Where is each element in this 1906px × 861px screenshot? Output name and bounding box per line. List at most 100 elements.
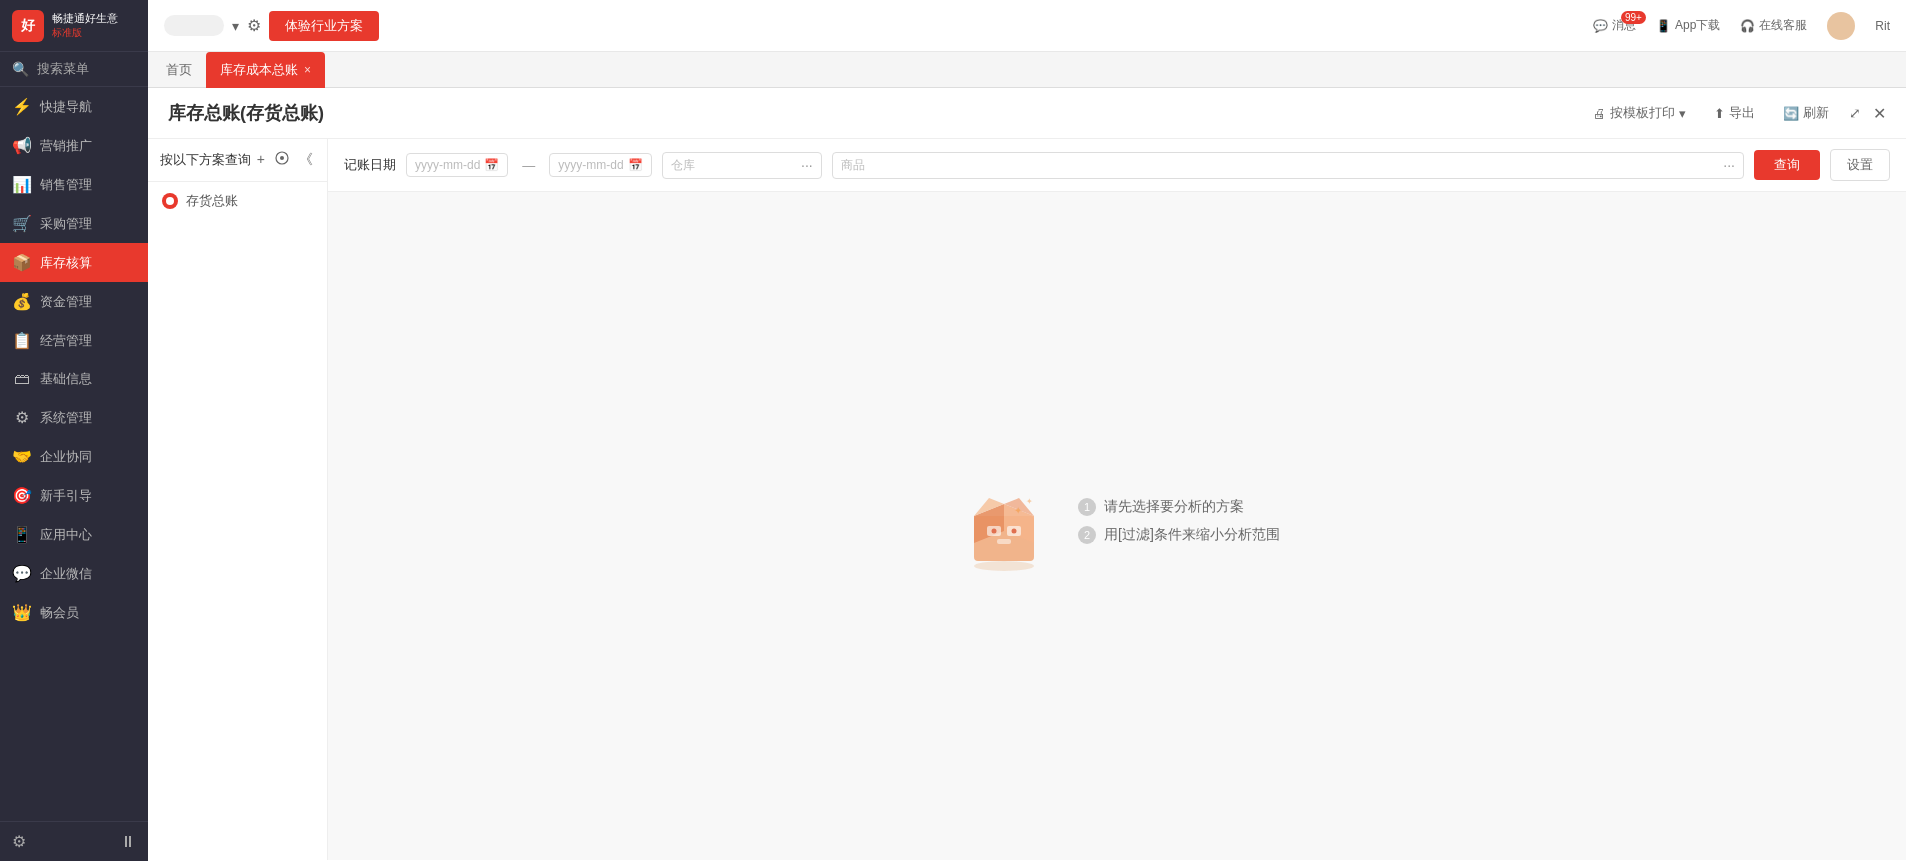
sidebar-search[interactable]: 🔍 搜索菜单 (0, 52, 148, 87)
app-download-action[interactable]: 📱 App下载 (1656, 17, 1720, 34)
message-action[interactable]: 💬 消息 99+ (1593, 17, 1636, 34)
filter-header-label: 按以下方案查询 (160, 151, 251, 169)
sidebar-item-label: 企业微信 (40, 565, 92, 583)
filter-add-btn[interactable]: + (255, 149, 267, 171)
message-icon: 💬 (1593, 19, 1608, 33)
hint-num-2: 2 (1078, 526, 1096, 544)
refresh-label: 刷新 (1803, 104, 1829, 122)
sidebar-item-business[interactable]: 📋 经营管理 (0, 321, 148, 360)
svg-text:✦: ✦ (1014, 505, 1022, 516)
date-to-placeholder: yyyy-mm-dd (558, 158, 623, 172)
print-icon: 🖨 (1593, 106, 1606, 121)
page-header-actions: 🖨 按模板打印 ▾ ⬆ 导出 🔄 刷新 ⤢ ✕ (1585, 100, 1886, 126)
username-label: Rit (1875, 19, 1890, 33)
app-download-label: App下载 (1675, 17, 1720, 34)
filter-manage-btn[interactable] (273, 149, 291, 171)
basic-icon: 🗃 (12, 370, 32, 388)
member-icon: 👑 (12, 603, 32, 622)
warehouse-select[interactable]: 仓库 ··· (662, 152, 822, 179)
filter-panel: 按以下方案查询 + 《 存货总账 (148, 139, 1906, 860)
sidebar-item-label: 系统管理 (40, 409, 92, 427)
refresh-icon: 🔄 (1783, 106, 1799, 121)
filter-header-actions: + 《 (255, 149, 315, 171)
product-select[interactable]: 商品 ··· (832, 152, 1744, 179)
export-btn[interactable]: ⬆ 导出 (1706, 100, 1763, 126)
header-gear-icon[interactable]: ⚙ (247, 16, 261, 35)
filter-collapse-btn[interactable]: 《 (297, 149, 315, 171)
query-btn[interactable]: 查询 (1754, 150, 1820, 180)
empty-hint-1: 1 请先选择要分析的方案 (1078, 498, 1280, 516)
online-service-action[interactable]: 🎧 在线客服 (1740, 17, 1807, 34)
tab-home[interactable]: 首页 (152, 52, 206, 88)
breadcrumb-user (164, 15, 224, 36)
filter-header: 按以下方案查询 + 《 (148, 139, 327, 182)
wechat-icon: 💬 (12, 564, 32, 583)
panel-close-btn[interactable]: ✕ (1873, 104, 1886, 123)
query-bar: 记账日期 yyyy-mm-dd 📅 — yyyy-mm-dd 📅 仓库 ··· (328, 139, 1906, 192)
settings-footer-icon[interactable]: ⚙ (12, 832, 26, 851)
warehouse-label: 仓库 (671, 157, 695, 174)
sidebar-item-quicknav[interactable]: ⚡ 快捷导航 (0, 87, 148, 126)
sidebar-item-sales[interactable]: 📊 销售管理 (0, 165, 148, 204)
tab-home-label: 首页 (166, 61, 192, 79)
svg-text:✦: ✦ (1026, 497, 1033, 506)
finance-icon: 💰 (12, 292, 32, 311)
sidebar-item-system[interactable]: ⚙ 系统管理 (0, 398, 148, 437)
logo-text-group: 畅捷通好生意 标准版 (52, 11, 118, 39)
toggle-sidebar-icon[interactable]: ⏸ (120, 833, 136, 851)
header-chevron-icon[interactable]: ▾ (232, 18, 239, 34)
avatar (1827, 12, 1855, 40)
calendar-to-icon: 📅 (628, 158, 643, 172)
business-icon: 📋 (12, 331, 32, 350)
refresh-btn[interactable]: 🔄 刷新 (1775, 100, 1837, 126)
filter-item-label: 存货总账 (186, 192, 238, 210)
sidebar-item-appcenter[interactable]: 📱 应用中心 (0, 515, 148, 554)
sidebar-item-member[interactable]: 👑 畅会员 (0, 593, 148, 632)
sidebar-item-label: 采购管理 (40, 215, 92, 233)
date-to-input[interactable]: yyyy-mm-dd 📅 (549, 153, 651, 177)
tab-close-icon[interactable]: × (304, 63, 311, 77)
empty-state: ✦ ✦ 1 请先选择要分析的方案 2 用[过滤]条件来缩小分析范围 (328, 192, 1906, 860)
sidebar-item-label: 基础信息 (40, 370, 92, 388)
system-icon: ⚙ (12, 408, 32, 427)
tab-inventory-ledger[interactable]: 库存成本总账 × (206, 52, 325, 88)
sidebar-item-marketing[interactable]: 📢 营销推广 (0, 126, 148, 165)
hint-text-1: 请先选择要分析的方案 (1104, 498, 1244, 516)
sidebar-item-label: 企业协同 (40, 448, 92, 466)
print-btn[interactable]: 🖨 按模板打印 ▾ (1585, 100, 1694, 126)
date-separator: — (522, 158, 535, 173)
logo-sub: 标准版 (52, 26, 118, 40)
sidebar-logo: 好 畅捷通好生意 标准版 (0, 0, 148, 52)
online-service-icon: 🎧 (1740, 19, 1755, 33)
sidebar-item-inventory[interactable]: 📦 库存核算 (0, 243, 148, 282)
settings-btn[interactable]: 设置 (1830, 149, 1890, 181)
sidebar-item-purchase[interactable]: 🛒 采购管理 (0, 204, 148, 243)
header-right: 💬 消息 99+ 📱 App下载 🎧 在线客服 Rit (1593, 12, 1890, 40)
sidebar-item-finance[interactable]: 💰 资金管理 (0, 282, 148, 321)
logo-name: 畅捷通好生意 (52, 11, 118, 25)
top-header: ▾ ⚙ 体验行业方案 💬 消息 99+ 📱 App下载 🎧 在线客服 Rit (148, 0, 1906, 52)
hint-text-2: 用[过滤]条件来缩小分析范围 (1104, 526, 1280, 544)
sidebar-item-newguide[interactable]: 🎯 新手引导 (0, 476, 148, 515)
sidebar-item-wechat[interactable]: 💬 企业微信 (0, 554, 148, 593)
product-more-icon: ··· (1723, 157, 1735, 173)
date-from-input[interactable]: yyyy-mm-dd 📅 (406, 153, 508, 177)
page-header: 库存总账(存货总账) 🖨 按模板打印 ▾ ⬆ 导出 🔄 刷新 ⤢ ✕ (148, 88, 1906, 139)
empty-hints: 1 请先选择要分析的方案 2 用[过滤]条件来缩小分析范围 (1078, 498, 1280, 554)
newguide-icon: 🎯 (12, 486, 32, 505)
date-label: 记账日期 (344, 156, 396, 174)
filter-item-inventory[interactable]: 存货总账 (148, 182, 327, 220)
page-title: 库存总账(存货总账) (168, 101, 324, 125)
filter-item-dot-icon (162, 193, 178, 209)
search-icon: 🔍 (12, 61, 29, 77)
industry-btn[interactable]: 体验行业方案 (269, 11, 379, 41)
sidebar-item-label: 库存核算 (40, 254, 92, 272)
sidebar-nav: ⚡ 快捷导航 📢 营销推广 📊 销售管理 🛒 采购管理 📦 库存核算 💰 资金管… (0, 87, 148, 821)
sidebar-item-enterprise[interactable]: 🤝 企业协同 (0, 437, 148, 476)
sidebar-item-label: 新手引导 (40, 487, 92, 505)
sidebar-item-label: 经营管理 (40, 332, 92, 350)
sidebar-item-basic[interactable]: 🗃 基础信息 (0, 360, 148, 398)
tabs-bar: 首页 库存成本总账 × (148, 52, 1906, 88)
empty-hint-2: 2 用[过滤]条件来缩小分析范围 (1078, 526, 1280, 544)
panel-resize-btn[interactable]: ⤢ (1849, 105, 1861, 121)
